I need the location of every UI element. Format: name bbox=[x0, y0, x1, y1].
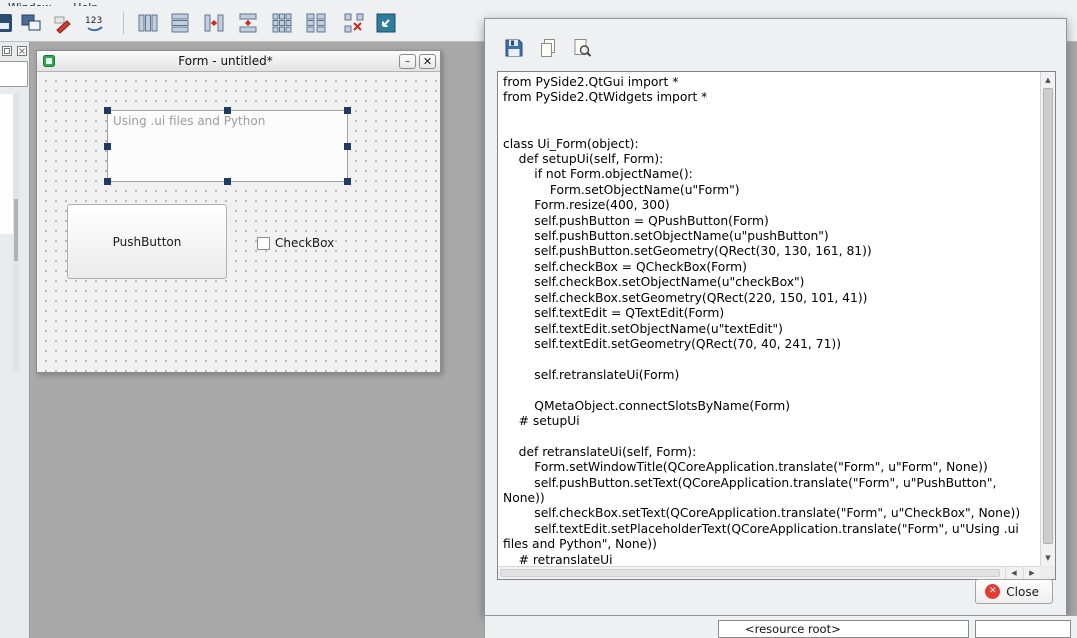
selection-handle-e[interactable] bbox=[344, 143, 351, 150]
widgetbox-scroll-thumb[interactable] bbox=[14, 199, 18, 261]
close-button[interactable]: ✕ Close bbox=[975, 579, 1053, 604]
code-line: def retranslateUi(self, Form): bbox=[503, 445, 1038, 460]
menu-item-window[interactable]: Window bbox=[8, 2, 51, 6]
checkbox-label: CheckBox bbox=[275, 236, 334, 250]
close-button-label: Close bbox=[1006, 585, 1039, 599]
selection-handle-nw[interactable] bbox=[104, 107, 111, 114]
layout-form-icon[interactable] bbox=[304, 11, 328, 35]
code-line: # retranslateUi bbox=[503, 553, 1038, 566]
find-icon[interactable] bbox=[569, 35, 595, 61]
widgetbox-list[interactable] bbox=[0, 94, 13, 234]
scroll-down-arrow[interactable]: ▼ bbox=[1041, 551, 1055, 565]
layout-grid-icon[interactable] bbox=[270, 11, 294, 35]
code-line: self.retranslateUi(Form) bbox=[503, 368, 1038, 383]
code-view[interactable]: from PySide2.QtGui import *from PySide2.… bbox=[497, 71, 1056, 580]
code-line: self.textEdit = QTextEdit(Form) bbox=[503, 306, 1038, 321]
dock-float-button[interactable] bbox=[1, 45, 13, 57]
selection-handle-s[interactable] bbox=[224, 178, 231, 185]
code-line: self.pushButton = QPushButton(Form) bbox=[503, 214, 1038, 229]
selection-handle-se[interactable] bbox=[344, 178, 351, 185]
layout-splitter-vertical-icon[interactable] bbox=[236, 11, 260, 35]
scroll-right-arrow[interactable]: ▶ bbox=[1023, 567, 1040, 579]
layout-splitter-horizontal-icon[interactable] bbox=[202, 11, 226, 35]
code-line: QMetaObject.connectSlotsByName(Form) bbox=[503, 399, 1038, 414]
selection-handle-w[interactable] bbox=[104, 143, 111, 150]
code-line: self.textEdit.setGeometry(QRect(70, 40, … bbox=[503, 337, 1038, 352]
main-toolbar: 123 bbox=[0, 10, 398, 36]
close-icon: ✕ bbox=[985, 584, 1000, 599]
dialog-toolbar bbox=[501, 35, 595, 61]
menu-item-help[interactable]: Help bbox=[73, 2, 98, 6]
form-minimize-button[interactable]: – bbox=[399, 54, 416, 69]
code-line: ​ bbox=[503, 352, 1038, 367]
left-dock-edge bbox=[0, 42, 30, 638]
scroll-up-arrow[interactable]: ▲ bbox=[1041, 73, 1055, 87]
code-line: ​ bbox=[503, 106, 1038, 121]
form-window-icon bbox=[43, 55, 55, 67]
textedit-placeholder: Using .ui files and Python bbox=[113, 114, 265, 128]
resource-panel: <resource root> bbox=[484, 616, 1077, 638]
textedit-widget[interactable]: Using .ui files and Python bbox=[107, 110, 348, 182]
code-line: self.checkBox.setText(QCoreApplication.t… bbox=[503, 506, 1038, 521]
code-line: class Ui_Form(object): bbox=[503, 137, 1038, 152]
code-line: ​ bbox=[503, 383, 1038, 398]
code-line: if not Form.objectName(): bbox=[503, 167, 1038, 182]
code-line: self.checkBox.setGeometry(QRect(220, 150… bbox=[503, 291, 1038, 306]
code-line: from PySide2.QtWidgets import * bbox=[503, 90, 1038, 105]
code-line: Form.setObjectName(u"Form") bbox=[503, 183, 1038, 198]
code-line: self.pushButton.setGeometry(QRect(30, 13… bbox=[503, 244, 1038, 259]
pushbutton-widget[interactable]: PushButton bbox=[67, 204, 227, 279]
code-line: # setupUi bbox=[503, 414, 1038, 429]
widgetbox-scrollbar[interactable] bbox=[13, 94, 19, 372]
vertical-scrollbar[interactable]: ▲ ▼ bbox=[1040, 72, 1055, 566]
selection-handle-ne[interactable] bbox=[344, 107, 351, 114]
edit-widgets-icon[interactable] bbox=[19, 11, 43, 35]
new-form-icon[interactable] bbox=[0, 11, 15, 35]
code-line: Form.setWindowTitle(QCoreApplication.tra… bbox=[503, 460, 1038, 475]
code-line: from PySide2.QtGui import * bbox=[503, 75, 1038, 90]
layout-vertical-icon[interactable] bbox=[168, 11, 192, 35]
edit-tab-order-icon[interactable]: 123 bbox=[83, 11, 107, 35]
code-line: ​ bbox=[503, 429, 1038, 444]
code-line: def setupUi(self, Form): bbox=[503, 152, 1038, 167]
code-line: self.pushButton.setText(QCoreApplication… bbox=[503, 476, 1038, 507]
toolbar-separator bbox=[123, 12, 124, 34]
code-line: self.textEdit.setPlaceholderText(QCoreAp… bbox=[503, 522, 1038, 553]
adjust-size-icon[interactable] bbox=[374, 11, 398, 35]
selection-handle-sw[interactable] bbox=[104, 178, 111, 185]
form-title: Form - untitled* bbox=[55, 54, 396, 68]
scroll-left-arrow[interactable]: ◀ bbox=[1005, 567, 1022, 579]
code-preview-dialog: from PySide2.QtGui import *from PySide2.… bbox=[484, 18, 1067, 616]
code-lines: from PySide2.QtGui import *from PySide2.… bbox=[498, 72, 1040, 566]
dock-close-button[interactable] bbox=[16, 45, 28, 57]
form-close-button[interactable]: ✕ bbox=[419, 54, 436, 69]
checkbox-indicator[interactable] bbox=[257, 237, 270, 250]
horizontal-scroll-thumb[interactable] bbox=[500, 569, 1000, 577]
qt-designer-app: Window Help 123 bbox=[0, 0, 1077, 638]
code-line: self.checkBox.setObjectName(u"checkBox") bbox=[503, 275, 1038, 290]
scrollbar-corner bbox=[1040, 566, 1055, 579]
code-line: ​ bbox=[503, 121, 1038, 136]
horizontal-scrollbar[interactable]: ◀ ▶ bbox=[498, 566, 1040, 579]
vertical-scroll-thumb[interactable] bbox=[1043, 88, 1053, 544]
checkbox-widget[interactable]: CheckBox bbox=[257, 223, 358, 263]
form-canvas[interactable]: Using .ui files and Python PushButton Ch… bbox=[37, 72, 440, 372]
code-line: self.checkBox = QCheckBox(Form) bbox=[503, 260, 1038, 275]
form-editor-window: Form - untitled* – ✕ Using .ui files and… bbox=[36, 50, 441, 373]
menubar: Window Help bbox=[8, 0, 116, 6]
svg-text:123: 123 bbox=[85, 16, 102, 26]
copy-icon[interactable] bbox=[535, 35, 561, 61]
edit-signals-slots-icon[interactable] bbox=[51, 11, 75, 35]
resource-files-box[interactable] bbox=[975, 620, 1071, 638]
save-icon[interactable] bbox=[501, 35, 527, 61]
form-titlebar[interactable]: Form - untitled* – ✕ bbox=[37, 51, 440, 72]
code-line: Form.resize(400, 300) bbox=[503, 198, 1038, 213]
break-layout-icon[interactable] bbox=[342, 11, 366, 35]
layout-horizontal-icon[interactable] bbox=[136, 11, 160, 35]
code-line: self.textEdit.setObjectName(u"textEdit") bbox=[503, 322, 1038, 337]
code-line: self.pushButton.setObjectName(u"pushButt… bbox=[503, 229, 1038, 244]
widgetbox-filter-input[interactable] bbox=[0, 61, 28, 87]
selection-handle-n[interactable] bbox=[224, 107, 231, 114]
resource-root-item[interactable]: <resource root> bbox=[718, 620, 969, 638]
